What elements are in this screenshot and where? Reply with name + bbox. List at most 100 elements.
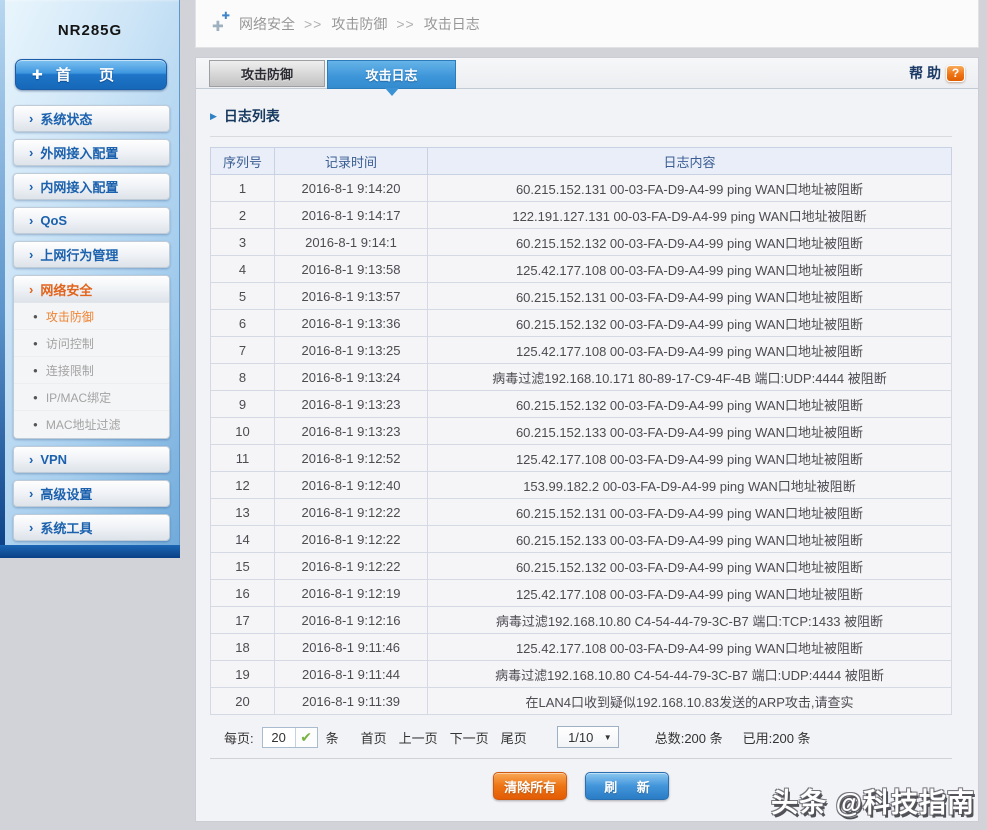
table-row: 13 2016-8-1 9:12:22 60.215.152.131 00-03-F… [210,498,952,526]
sidebar-item-外网接入配置[interactable]: › 外网接入配置 [13,139,170,166]
table-row: 14 2016-8-1 9:12:22 60.215.152.133 00-03-F… [210,525,952,553]
sidebar-subitem-访问控制[interactable]: ● 访问控制 [14,330,169,357]
sidebar-item-QoS[interactable]: › QoS [13,207,170,234]
log-seq: 15 [210,552,275,580]
log-content: 125.42.177.108 00-03-FA-D9-A4-99 ping WA… [427,633,952,661]
log-content: 60.215.152.133 00-03-FA-D9-A4-99 ping WA… [427,525,952,553]
sidebar-item-label: 网络安全 [40,282,93,298]
confirm-check-icon[interactable]: ✔ [294,727,317,747]
sidebar-item-系统工具[interactable]: › 系统工具 [13,514,170,541]
log-seq: 13 [210,498,275,526]
log-seq: 16 [210,579,275,607]
log-content: 在LAN4口收到疑似192.168.10.83发送的ARP攻击,请查实 [427,687,952,715]
sidebar-item-label: 外网接入配置 [40,146,119,161]
table-row: 20 2016-8-1 9:11:39 在LAN4口收到疑似192.168.10.8… [210,687,952,715]
pager-link-尾页[interactable]: 尾页 [501,728,527,747]
sidebar-subitem-IP/MAC绑定[interactable]: ● IP/MAC绑定 [14,384,169,411]
log-seq: 3 [210,228,275,256]
total-count: 总数:200 条 [654,730,723,746]
sidebar-item-VPN[interactable]: › VPN [13,446,170,473]
table-row: 1 2016-8-1 9:14:20 60.215.152.131 00-03-FA… [210,174,952,202]
log-content: 60.215.152.132 00-03-FA-D9-A4-99 ping WA… [427,552,952,580]
log-seq: 19 [210,660,275,688]
sidebar-item-网络安全[interactable]: › 网络安全 [14,276,169,303]
log-time: 2016-8-1 9:12:16 [274,606,428,634]
content-panel: 攻击防御 攻击日志 帮 助 ? ▶ 日志列表 序列号 记录时间 日志内容 1 2016-… [195,57,979,822]
sidebar-subitem-攻击防御[interactable]: ● 攻击防御 [14,303,169,330]
tab-攻击防御[interactable]: 攻击防御 [209,60,325,87]
sidebar-item-label: 高级设置 [40,487,93,502]
log-content: 122.191.127.131 00-03-FA-D9-A4-99 ping W… [427,201,952,229]
log-time: 2016-8-1 9:14:17 [274,201,428,229]
log-time: 2016-8-1 9:13:36 [274,309,428,337]
log-seq: 17 [210,606,275,634]
sidebar-subitem-MAC地址过滤[interactable]: ● MAC地址过滤 [14,411,169,438]
table-header-row: 序列号 记录时间 日志内容 [210,147,952,175]
log-time: 2016-8-1 9:12:19 [274,579,428,607]
breadcrumb-item[interactable]: 攻击日志 [424,14,480,34]
tab-攻击日志[interactable]: 攻击日志 [327,60,456,96]
log-content: 病毒过滤192.168.10.80 C4-54-44-79-3C-B7 端口:T… [427,606,952,634]
log-seq: 6 [210,309,275,337]
arrow-right-icon: ▶ [210,110,217,121]
help-button[interactable]: 帮 助 ? [909,63,965,83]
sidebar-subitem-连接限制[interactable]: ● 连接限制 [14,357,169,384]
log-content: 病毒过滤192.168.10.171 80-89-17-C9-4F-4B 端口:… [427,363,952,391]
log-content: 60.215.152.131 00-03-FA-D9-A4-99 ping WA… [427,282,952,310]
sidebar-item-上网行为管理[interactable]: › 上网行为管理 [13,241,170,268]
refresh-button[interactable]: 刷 新 [585,772,669,800]
log-seq: 5 [210,282,275,310]
sidebar-group-network-security: › 网络安全 ● 攻击防御 ● 访问控制 ● 连接限制 ● IP/MAC绑定 ● MAC地址过滤 [13,275,170,439]
chevron-right-icon: › [29,145,34,160]
pager-link-上一页[interactable]: 上一页 [399,728,438,747]
per-page-input[interactable] [262,727,295,747]
sidebar-item-高级设置[interactable]: › 高级设置 [13,480,170,507]
table-row: 19 2016-8-1 9:11:44 病毒过滤192.168.10.80 C4-5… [210,660,952,688]
section-title: ▶ 日志列表 [210,106,952,126]
chevron-right-icon: › [29,213,34,228]
chevron-right-icon: › [29,452,34,467]
log-time: 2016-8-1 9:12:40 [274,471,428,499]
sidebar-item-label: VPN [40,452,68,467]
tab-bar: 攻击防御 攻击日志 帮 助 ? [196,58,978,96]
sidebar-subitem-label: MAC地址过滤 [45,418,121,432]
bullet-icon: ● [33,338,38,348]
sidebar-item-系统状态[interactable]: › 系统状态 [13,105,170,132]
bullet-icon: ● [33,420,38,429]
sidebar-item-内网接入配置[interactable]: › 内网接入配置 [13,173,170,200]
log-time: 2016-8-1 9:13:25 [274,336,428,364]
breadcrumb-separator: >> [304,15,323,32]
table-row: 9 2016-8-1 9:13:23 60.215.152.132 00-03-FA… [210,390,952,418]
pager-link-首页[interactable]: 首页 [361,728,387,747]
breadcrumb-item[interactable]: 攻击防御 [331,14,387,34]
log-content: 125.42.177.108 00-03-FA-D9-A4-99 ping WA… [427,336,952,364]
log-content: 60.215.152.131 00-03-FA-D9-A4-99 ping WA… [427,498,952,526]
log-content: 153.99.182.2 00-03-FA-D9-A4-99 ping WAN口… [427,471,952,499]
table-row: 3 2016-8-1 9:14:1 60.215.152.132 00-03-FA-… [210,228,952,256]
table-row: 2 2016-8-1 9:14:17 122.191.127.131 00-03-F… [210,201,952,229]
home-button[interactable]: ✚ 首 页 [15,59,167,90]
breadcrumb-item[interactable]: 网络安全 [239,14,295,34]
chevron-right-icon: › [29,247,34,262]
page-select[interactable]: 1/10 ▼ [556,726,619,748]
watermark: 头条 @科技指南 [771,788,975,818]
column-header: 记录时间 [274,147,428,175]
sidebar-item-label: 上网行为管理 [40,248,119,263]
divider [210,136,952,137]
chevron-down-icon: ▼ [603,732,612,742]
log-seq: 20 [210,687,275,715]
pager-link-下一页[interactable]: 下一页 [450,728,489,747]
sidebar-item-label: QoS [40,213,68,228]
bullet-icon: ● [33,392,38,402]
table-row: 17 2016-8-1 9:12:16 病毒过滤192.168.10.80 C4-5… [210,606,952,634]
clear-all-button[interactable]: 清除所有 [493,772,568,800]
log-content: 60.215.152.132 00-03-FA-D9-A4-99 ping WA… [427,309,952,337]
breadcrumb: ✚ ✚ 网络安全 >> 攻击防御 >> 攻击日志 [195,0,979,48]
log-time: 2016-8-1 9:14:1 [274,228,428,256]
log-seq: 1 [210,174,275,202]
table-row: 5 2016-8-1 9:13:57 60.215.152.131 00-03-FA… [210,282,952,310]
per-page-control: ✔ [261,726,318,748]
log-time: 2016-8-1 9:12:52 [274,444,428,472]
log-time: 2016-8-1 9:12:22 [274,552,428,580]
table-row: 15 2016-8-1 9:12:22 60.215.152.132 00-03-F… [210,552,952,580]
